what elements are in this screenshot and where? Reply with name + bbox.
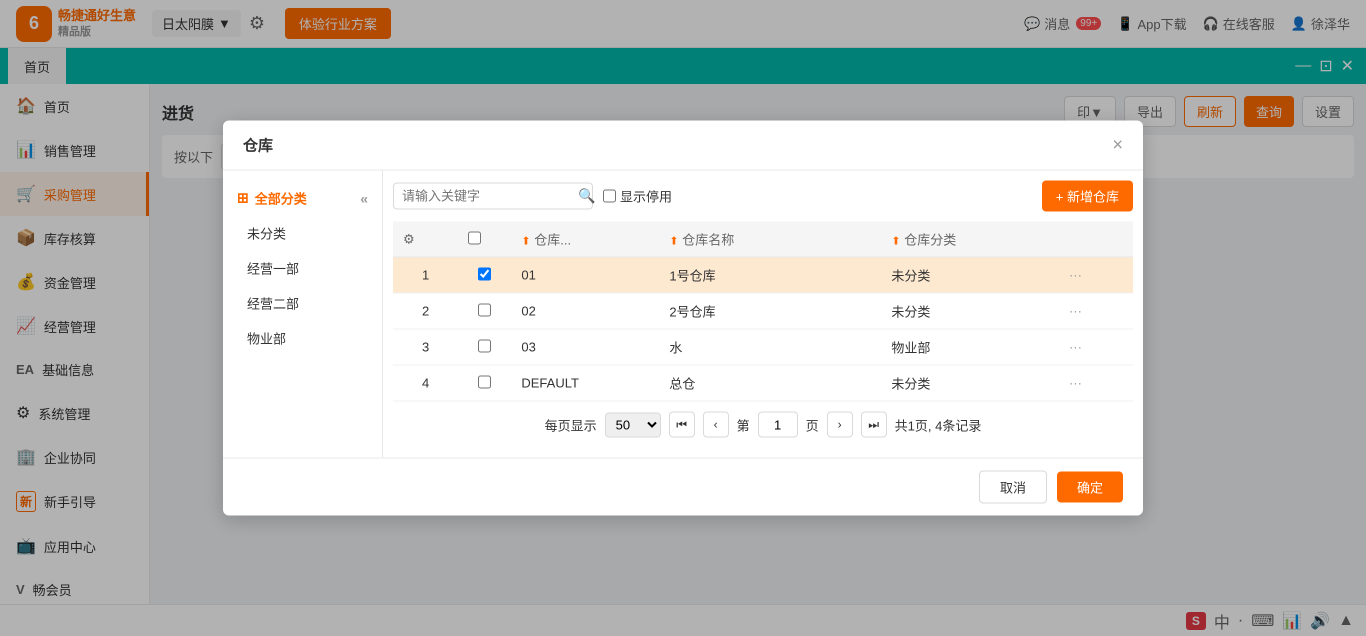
page-suffix: 页 — [806, 415, 819, 434]
first-page-btn[interactable]: ⏮ — [669, 412, 695, 438]
row-name-1: 2号仓库 — [659, 293, 881, 329]
pagination: 每页显示 50 100 ⏮ ‹ 第 页 › ⏭ 共1页, 4条记录 — [393, 402, 1133, 448]
table-row[interactable]: 4 DEFAULT 总仓 未分类 ··· — [393, 365, 1133, 401]
show-disabled-text: 显示停用 — [620, 187, 672, 206]
table-row[interactable]: 2 02 2号仓库 未分类 ··· — [393, 293, 1133, 329]
row-no-3: 4 — [393, 365, 458, 401]
sort-icon-category: ⬆ — [891, 236, 900, 248]
row-category-3: 未分类 — [881, 365, 1059, 401]
th-settings: ⚙ — [393, 222, 458, 258]
col-label-name: 仓库名称 — [682, 233, 734, 248]
table-row[interactable]: 3 03 水 物业部 ··· — [393, 329, 1133, 365]
warehouse-modal: 仓库 × ⊞ 全部分类 « 未分类 经营一部 经营二部 物业部 — [223, 121, 1143, 516]
row-category-1: 未分类 — [881, 293, 1059, 329]
row-no-1: 2 — [393, 293, 458, 329]
row-check-3[interactable] — [458, 365, 511, 401]
per-page-label: 每页显示 — [545, 415, 597, 434]
settings-col-icon: ⚙ — [403, 231, 415, 246]
th-actions — [1059, 222, 1133, 258]
category-grid-icon: ⊞ — [237, 190, 249, 207]
per-page-select[interactable]: 50 100 — [605, 412, 661, 437]
category-item-2[interactable]: 经营二部 — [223, 286, 382, 321]
total-info: 共1页, 4条记录 — [895, 415, 982, 434]
table-panel: 🔍 显示停用 + 新增仓库 ⚙ — [383, 171, 1143, 458]
show-disabled-checkbox[interactable] — [603, 190, 616, 203]
row-code-0: 01 — [511, 257, 659, 293]
row-code-2: 03 — [511, 329, 659, 365]
category-header[interactable]: ⊞ 全部分类 « — [223, 181, 382, 216]
row-actions-2[interactable]: ··· — [1059, 329, 1133, 365]
row-category-0: 未分类 — [881, 257, 1059, 293]
sort-icon-code: ⬆ — [521, 236, 530, 248]
row-actions-1[interactable]: ··· — [1059, 293, 1133, 329]
row-no-0: 1 — [393, 257, 458, 293]
modal-close-btn[interactable]: × — [1112, 135, 1123, 156]
col-label-category: 仓库分类 — [904, 233, 956, 248]
page-number-input[interactable] — [758, 412, 798, 438]
row-name-3: 总仓 — [659, 365, 881, 401]
add-warehouse-btn-label: + 新增仓库 — [1056, 187, 1119, 206]
row-code-1: 02 — [511, 293, 659, 329]
modal-header: 仓库 × — [223, 121, 1143, 171]
th-category: ⬆ 仓库分类 — [881, 222, 1059, 258]
table-head: ⚙ ⬆ 仓库... ⬆ 仓库名称 — [393, 222, 1133, 258]
table-body: 1 01 1号仓库 未分类 ··· 2 02 2号仓库 未分类 ··· 3 03… — [393, 257, 1133, 401]
show-disabled-label[interactable]: 显示停用 — [603, 187, 672, 206]
row-check-2[interactable] — [458, 329, 511, 365]
row-no-2: 3 — [393, 329, 458, 365]
row-name-0: 1号仓库 — [659, 257, 881, 293]
collapse-btn[interactable]: « — [360, 190, 368, 206]
search-input-wrap: 🔍 — [393, 183, 593, 210]
th-code: ⬆ 仓库... — [511, 222, 659, 258]
row-check-1[interactable] — [458, 293, 511, 329]
row-code-3: DEFAULT — [511, 365, 659, 401]
confirm-btn[interactable]: 确定 — [1057, 472, 1123, 503]
table-toolbar: 🔍 显示停用 + 新增仓库 — [393, 181, 1133, 212]
row-actions-0[interactable]: ··· — [1059, 257, 1133, 293]
modal-footer: 取消 确定 — [223, 458, 1143, 516]
add-warehouse-btn[interactable]: + 新增仓库 — [1042, 181, 1133, 212]
warehouse-table: ⚙ ⬆ 仓库... ⬆ 仓库名称 — [393, 222, 1133, 402]
select-all-checkbox[interactable] — [468, 231, 481, 244]
last-page-btn[interactable]: ⏭ — [861, 412, 887, 438]
search-icon[interactable]: 🔍 — [578, 188, 595, 205]
row-check-0[interactable] — [458, 257, 511, 293]
category-item-1[interactable]: 经营一部 — [223, 251, 382, 286]
cancel-btn[interactable]: 取消 — [979, 471, 1047, 504]
search-input[interactable] — [402, 189, 578, 204]
table-row[interactable]: 1 01 1号仓库 未分类 ··· — [393, 257, 1133, 293]
table-header-row: ⚙ ⬆ 仓库... ⬆ 仓库名称 — [393, 222, 1133, 258]
th-check — [458, 222, 511, 258]
th-name: ⬆ 仓库名称 — [659, 222, 881, 258]
row-category-2: 物业部 — [881, 329, 1059, 365]
page-label: 第 — [737, 415, 750, 434]
modal-title: 仓库 — [243, 135, 273, 156]
col-label-code: 仓库... — [534, 233, 571, 248]
next-page-btn[interactable]: › — [827, 412, 853, 438]
category-title: 全部分类 — [255, 189, 307, 208]
modal-body: ⊞ 全部分类 « 未分类 经营一部 经营二部 物业部 🔍 — [223, 171, 1143, 458]
category-item-3[interactable]: 物业部 — [223, 321, 382, 356]
row-name-2: 水 — [659, 329, 881, 365]
sort-icon-name: ⬆ — [669, 236, 678, 248]
prev-page-btn[interactable]: ‹ — [703, 412, 729, 438]
table-scroll: ⚙ ⬆ 仓库... ⬆ 仓库名称 — [393, 222, 1133, 402]
category-item-0[interactable]: 未分类 — [223, 216, 382, 251]
row-actions-3[interactable]: ··· — [1059, 365, 1133, 401]
category-panel: ⊞ 全部分类 « 未分类 经营一部 经营二部 物业部 — [223, 171, 383, 458]
